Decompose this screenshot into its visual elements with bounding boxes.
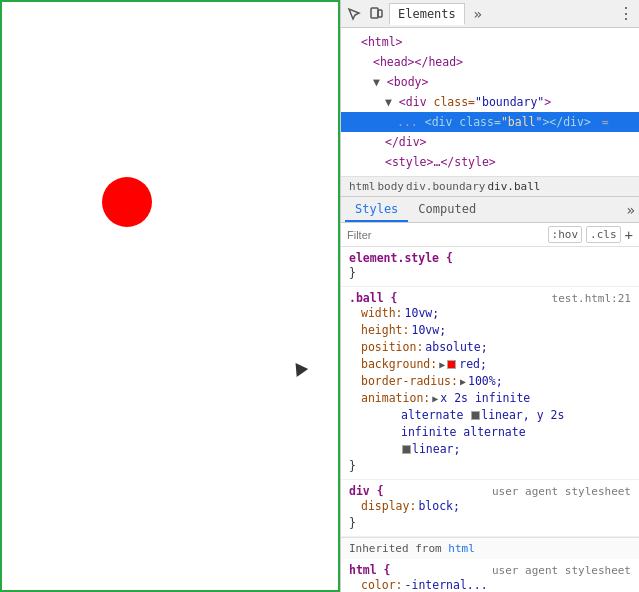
breadcrumb: html body div.boundary div.ball bbox=[341, 177, 639, 197]
more-tabs-icon[interactable]: » bbox=[469, 5, 487, 23]
color-val: -internal... bbox=[405, 577, 488, 592]
style-line[interactable]: <style>…</style> bbox=[341, 152, 639, 172]
inherited-header: Inherited from html bbox=[341, 537, 639, 559]
display-val: block; bbox=[418, 498, 460, 515]
add-rule-button[interactable]: + bbox=[625, 227, 633, 243]
ball-source: test.html:21 bbox=[552, 292, 631, 305]
body-element-line[interactable]: ▼ <body> bbox=[341, 72, 639, 92]
linear-swatch2 bbox=[402, 445, 411, 454]
border-radius-val: 100%; bbox=[468, 373, 503, 390]
cls-toggle[interactable]: .cls bbox=[586, 226, 621, 243]
css-rules-panel: element.style { } .ball { test.html:21 w… bbox=[341, 247, 639, 592]
ball-element bbox=[102, 177, 152, 227]
toolbar-menu: ⋮ bbox=[617, 5, 635, 23]
animation-val2: alternate linear, y 2s bbox=[401, 407, 564, 424]
filter-bar: :hov .cls + bbox=[341, 223, 639, 247]
breadcrumb-div-ball[interactable]: div.ball bbox=[487, 180, 540, 193]
animation-expand[interactable]: ▶ bbox=[432, 390, 438, 407]
background-expand[interactable]: ▶ bbox=[439, 356, 445, 373]
background-prop: background: bbox=[349, 356, 437, 373]
breadcrumb-body[interactable]: body bbox=[378, 180, 405, 193]
breadcrumb-html[interactable]: html bbox=[349, 180, 376, 193]
head-element-line[interactable]: <head></head> bbox=[341, 52, 639, 72]
tab-elements[interactable]: Elements bbox=[389, 3, 465, 25]
inherited-from-element[interactable]: html bbox=[448, 542, 475, 555]
elements-panel: <html> <head></head> ▼ <body> ▼ <div cla… bbox=[341, 28, 639, 177]
tab-styles[interactable]: Styles bbox=[345, 198, 408, 222]
animation-val: x 2s infinite bbox=[440, 390, 530, 407]
settings-menu-icon[interactable]: ⋮ bbox=[617, 5, 635, 23]
div-close-line[interactable]: </div> bbox=[341, 132, 639, 152]
svg-rect-0 bbox=[371, 8, 378, 18]
height-prop: height: bbox=[349, 322, 409, 339]
width-prop: width: bbox=[349, 305, 403, 322]
red-color-swatch[interactable] bbox=[447, 360, 456, 369]
element-style-rule: element.style { } bbox=[341, 247, 639, 287]
div-ua-rule: div { user agent stylesheet display: blo… bbox=[341, 480, 639, 537]
display-prop: display: bbox=[349, 498, 416, 515]
hov-toggle[interactable]: :hov bbox=[548, 226, 583, 243]
ball-rule: .ball { test.html:21 width: 10vw; height… bbox=[341, 287, 639, 480]
position-prop: position: bbox=[349, 339, 423, 356]
cursor-icon bbox=[290, 359, 308, 377]
html-selector: html { bbox=[349, 563, 391, 577]
inspect-icon[interactable] bbox=[345, 5, 363, 23]
width-val: 10vw; bbox=[405, 305, 440, 322]
height-val: 10vw; bbox=[411, 322, 446, 339]
animation-prop: animation: bbox=[349, 390, 430, 407]
div-source: user agent stylesheet bbox=[492, 485, 631, 498]
border-radius-expand[interactable]: ▶ bbox=[460, 373, 466, 390]
tab-computed[interactable]: Computed bbox=[408, 198, 486, 222]
div-boundary-line[interactable]: ▼ <div class="boundary"> bbox=[341, 92, 639, 112]
linear-swatch1 bbox=[471, 411, 480, 420]
browser-viewport bbox=[0, 0, 340, 592]
border-radius-prop: border-radius: bbox=[349, 373, 458, 390]
svg-rect-1 bbox=[378, 10, 382, 17]
div-selector: div { bbox=[349, 484, 384, 498]
devtools-panel: Elements » ⋮ <html> <head></head> ▼ <bod… bbox=[340, 0, 639, 592]
html-ua-rule: html { user agent stylesheet color: -int… bbox=[341, 559, 639, 592]
background-val: red; bbox=[459, 356, 487, 373]
animation-val3: infinite alternate bbox=[401, 424, 526, 441]
more-styles-tabs-icon[interactable]: » bbox=[627, 202, 635, 218]
filter-input[interactable] bbox=[347, 229, 544, 241]
animation-val4: linear; bbox=[401, 441, 460, 458]
device-icon[interactable] bbox=[367, 5, 385, 23]
ball-selector: .ball { bbox=[349, 291, 397, 305]
div-ball-line[interactable]: ... <div class="ball"></div> = bbox=[341, 112, 639, 132]
element-style-selector: element.style { bbox=[349, 251, 453, 265]
devtools-toolbar: Elements » ⋮ bbox=[341, 0, 639, 28]
html-source: user agent stylesheet bbox=[492, 564, 631, 577]
color-prop: color: bbox=[349, 577, 403, 592]
breadcrumb-div-boundary[interactable]: div.boundary bbox=[406, 180, 485, 193]
styles-computed-tabs: Styles Computed » bbox=[341, 197, 639, 223]
position-val: absolute; bbox=[425, 339, 487, 356]
html-element-line[interactable]: <html> bbox=[341, 32, 639, 52]
